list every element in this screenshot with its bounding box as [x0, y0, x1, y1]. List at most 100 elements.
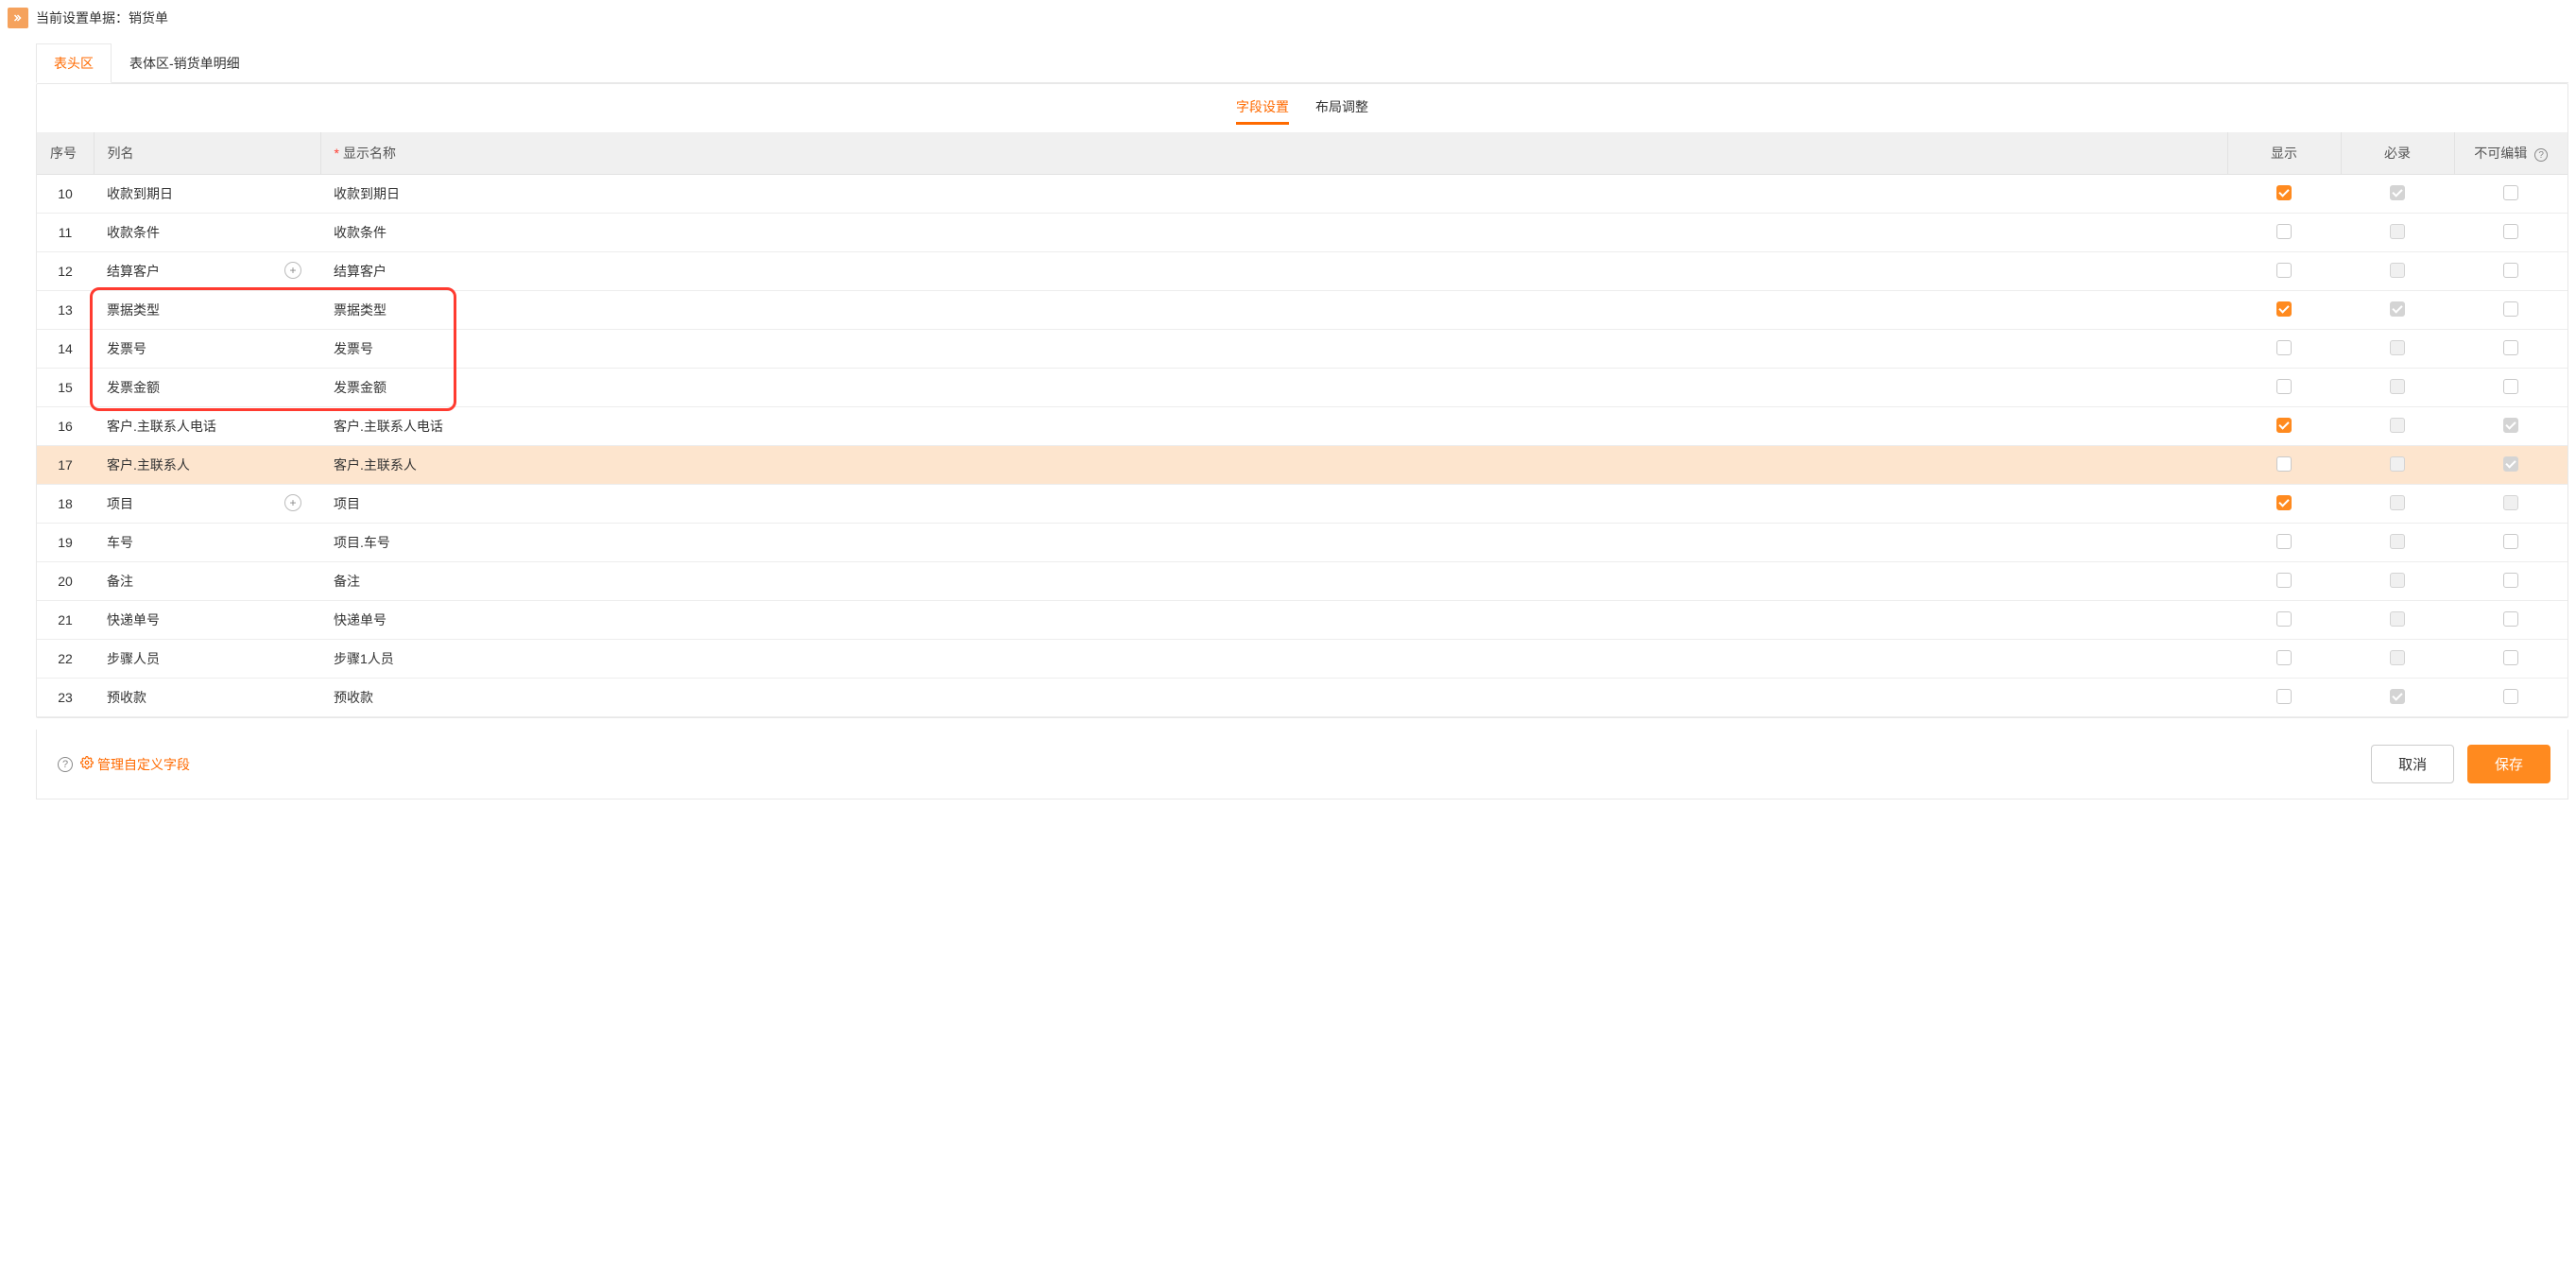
cell-display-name[interactable]: 快递单号: [320, 601, 2227, 640]
cell-readonly: [2454, 485, 2567, 524]
checkbox-show[interactable]: [2276, 340, 2292, 355]
cell-readonly: [2454, 291, 2567, 330]
table-row: 17客户.主联系人客户.主联系人: [37, 446, 2567, 485]
cell-seq: 19: [37, 524, 94, 562]
checkbox-show[interactable]: [2276, 689, 2292, 704]
checkbox-readonly[interactable]: [2503, 301, 2518, 317]
checkbox-show[interactable]: [2276, 263, 2292, 278]
checkbox-required: [2390, 534, 2405, 549]
cell-display-name[interactable]: 发票金额: [320, 369, 2227, 407]
checkbox-required: [2390, 573, 2405, 588]
checkbox-readonly[interactable]: [2503, 534, 2518, 549]
checkbox-show[interactable]: [2276, 534, 2292, 549]
table-row: 19 车号 项目.车号: [37, 524, 2567, 562]
cell-display-name[interactable]: 预收款: [320, 679, 2227, 717]
add-sub-field-icon[interactable]: +: [284, 262, 301, 279]
cell-display-name[interactable]: 项目: [320, 485, 2227, 524]
cell-required: [2341, 640, 2454, 679]
fields-table: 序号 列名 *显示名称 显示 必录 不可编辑 ? 10收款到期日收款到期日11收…: [37, 132, 2567, 717]
checkbox-show[interactable]: [2276, 224, 2292, 239]
footer-bar: ? 管理自定义字段 取消 保存: [36, 730, 2568, 799]
th-display: *显示名称: [320, 132, 2227, 175]
checkbox-readonly[interactable]: [2503, 379, 2518, 394]
column-name-label: 快递单号: [107, 612, 160, 627]
cell-name: 发票号: [94, 330, 320, 369]
checkbox-show[interactable]: [2276, 185, 2292, 200]
required-star-icon: *: [335, 146, 339, 161]
cell-seq: 22: [37, 640, 94, 679]
cell-display-name[interactable]: 备注: [320, 562, 2227, 601]
cell-required: [2341, 679, 2454, 717]
checkbox-readonly[interactable]: [2503, 340, 2518, 355]
main-panel: 字段设置布局调整 序号 列名 *显示名称 显示 必录 不可编辑 ?: [36, 83, 2568, 718]
help-icon[interactable]: ?: [2534, 148, 2548, 162]
cell-name: 收款条件: [94, 214, 320, 252]
region-tabs: 表头区表体区-销货单明细: [36, 43, 2568, 83]
cancel-button[interactable]: 取消: [2371, 745, 2454, 783]
column-name-label: 发票金额: [107, 380, 160, 395]
cell-show: [2227, 291, 2341, 330]
cell-display-name[interactable]: 结算客户: [320, 252, 2227, 291]
table-row: 21 快递单号 快递单号: [37, 601, 2567, 640]
cell-show: [2227, 330, 2341, 369]
cell-name: 预收款: [94, 679, 320, 717]
cell-seq: 20: [37, 562, 94, 601]
cell-required: [2341, 446, 2454, 485]
cell-display-name[interactable]: 收款条件: [320, 214, 2227, 252]
th-name: 列名: [94, 132, 320, 175]
checkbox-readonly[interactable]: [2503, 650, 2518, 665]
cell-display-name[interactable]: 客户.主联系人电话: [320, 407, 2227, 446]
table-row: 18项目+项目: [37, 485, 2567, 524]
checkbox-readonly[interactable]: [2503, 185, 2518, 200]
table-row: 10收款到期日收款到期日: [37, 175, 2567, 214]
cell-show: [2227, 524, 2341, 562]
checkbox-show[interactable]: [2276, 301, 2292, 317]
cell-show: [2227, 485, 2341, 524]
manage-custom-fields-link[interactable]: 管理自定义字段: [80, 755, 190, 774]
collapse-toggle[interactable]: [8, 8, 28, 28]
cell-required: [2341, 562, 2454, 601]
cell-display-name[interactable]: 收款到期日: [320, 175, 2227, 214]
column-name-label: 票据类型: [107, 302, 160, 318]
checkbox-show[interactable]: [2276, 495, 2292, 510]
checkbox-show[interactable]: [2276, 611, 2292, 627]
table-row: 13票据类型票据类型: [37, 291, 2567, 330]
checkbox-readonly[interactable]: [2503, 224, 2518, 239]
checkbox-show[interactable]: [2276, 418, 2292, 433]
cell-required: [2341, 369, 2454, 407]
cell-seq: 16: [37, 407, 94, 446]
checkbox-required: [2390, 301, 2405, 317]
add-sub-field-icon[interactable]: +: [284, 494, 301, 511]
save-button[interactable]: 保存: [2467, 745, 2550, 783]
checkbox-show[interactable]: [2276, 379, 2292, 394]
cell-display-name[interactable]: 客户.主联系人: [320, 446, 2227, 485]
tab-0[interactable]: 表头区: [36, 43, 112, 83]
checkbox-required: [2390, 495, 2405, 510]
cell-readonly: [2454, 562, 2567, 601]
checkbox-readonly[interactable]: [2503, 689, 2518, 704]
cell-readonly: [2454, 679, 2567, 717]
tab-1[interactable]: 表体区-销货单明细: [112, 43, 258, 82]
checkbox-readonly[interactable]: [2503, 573, 2518, 588]
th-required: 必录: [2341, 132, 2454, 175]
cell-display-name[interactable]: 发票号: [320, 330, 2227, 369]
column-name-label: 结算客户: [107, 264, 160, 279]
column-name-label: 车号: [107, 535, 133, 550]
subtab-0[interactable]: 字段设置: [1236, 97, 1289, 125]
cell-required: [2341, 252, 2454, 291]
column-name-label: 收款到期日: [107, 186, 173, 201]
footer-help-icon[interactable]: ?: [58, 757, 73, 772]
subtab-1[interactable]: 布局调整: [1315, 97, 1368, 125]
checkbox-show[interactable]: [2276, 573, 2292, 588]
checkbox-readonly[interactable]: [2503, 263, 2518, 278]
checkbox-required: [2390, 650, 2405, 665]
cell-display-name[interactable]: 步骤1人员: [320, 640, 2227, 679]
checkbox-show[interactable]: [2276, 650, 2292, 665]
cell-display-name[interactable]: 项目.车号: [320, 524, 2227, 562]
cell-display-name[interactable]: 票据类型: [320, 291, 2227, 330]
checkbox-required: [2390, 689, 2405, 704]
checkbox-readonly[interactable]: [2503, 611, 2518, 627]
cell-seq: 21: [37, 601, 94, 640]
column-name-label: 发票号: [107, 341, 146, 356]
checkbox-show[interactable]: [2276, 456, 2292, 472]
